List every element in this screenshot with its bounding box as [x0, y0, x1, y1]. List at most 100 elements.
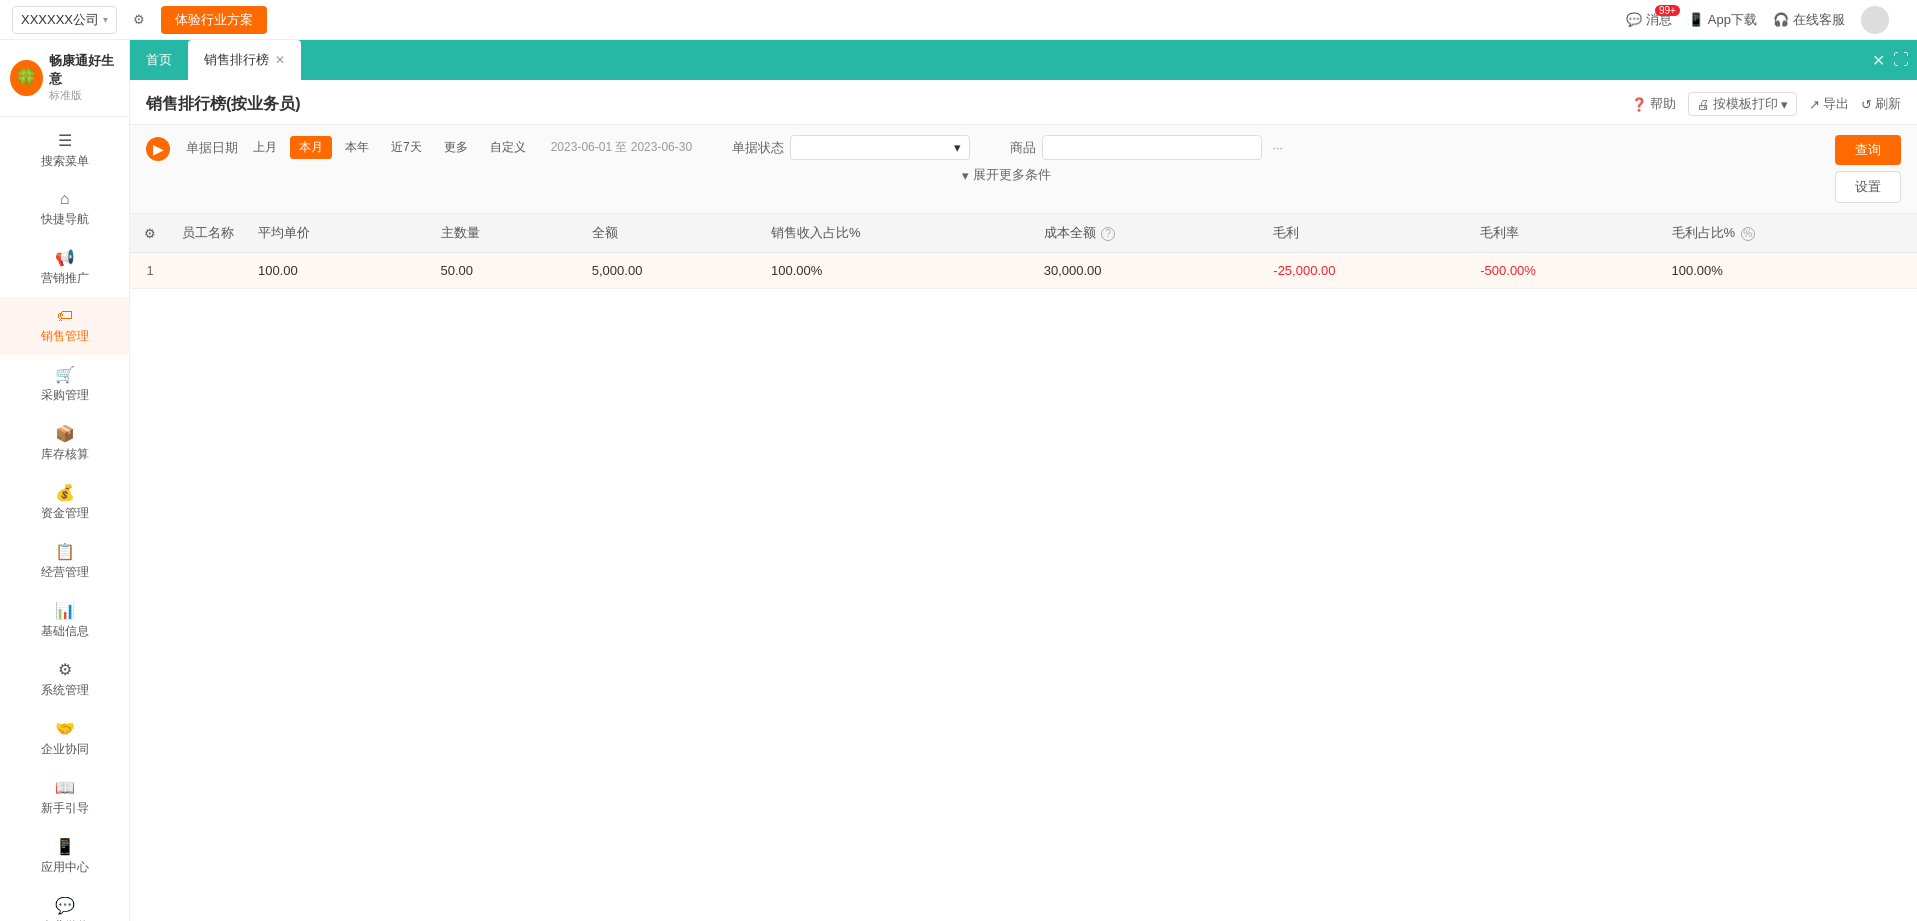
- sidebar-item-basic-info[interactable]: 📊 基础信息: [0, 591, 129, 650]
- sidebar-item-enterprise-coop[interactable]: 🤝 企业协同: [0, 709, 129, 768]
- cell-gross-profit: -25,000.00: [1261, 253, 1468, 289]
- date-btn-current-year[interactable]: 本年: [336, 136, 378, 159]
- sidebar-nav: ☰ 搜索菜单 ⌂ 快捷导航 📢 营销推广 🏷 销售管理 🛒 采购管理 📦 库: [0, 117, 129, 921]
- sidebar-item-label: 快捷导航: [41, 211, 89, 228]
- filter-row: 单据日期 上月 本月 本年 近7天 更多 自定义: [186, 135, 1827, 160]
- refresh-icon: ↺: [1861, 97, 1872, 112]
- sidebar-item-label: 企业协同: [41, 741, 89, 758]
- logo-icon: 🍀: [10, 60, 43, 96]
- sidebar-item-finance[interactable]: 💰 资金管理: [0, 473, 129, 532]
- date-btn-last-7days[interactable]: 近7天: [382, 136, 431, 159]
- sidebar-item-marketing[interactable]: 📢 营销推广: [0, 238, 129, 297]
- beginner-icon: 📖: [55, 778, 75, 797]
- filter-area: ▶ 单据日期 上月 本月 本年 近7天 更多: [130, 125, 1917, 214]
- settings-gear-btn[interactable]: ⚙: [125, 6, 153, 34]
- top-header: XXXXXX公司 ▾ ⚙ 体验行业方案 💬 消息 99+ 📱 App下载 🎧 在…: [0, 0, 1917, 40]
- filter-toggle-arrow[interactable]: ▶: [146, 137, 170, 161]
- cell-gross-rate: -500.00%: [1468, 253, 1659, 289]
- purchase-icon: 🛒: [55, 365, 75, 384]
- expand-conditions-btn[interactable]: ▾ 展开更多条件: [962, 166, 1051, 184]
- tab-home-label: 首页: [146, 51, 172, 69]
- goods-search-input[interactable]: [1042, 135, 1262, 160]
- col-setting[interactable]: ⚙: [130, 214, 170, 253]
- sidebar-item-label: 基础信息: [41, 623, 89, 640]
- doc-status-select[interactable]: ▾: [790, 135, 970, 160]
- top-right-actions: 💬 消息 99+ 📱 App下载 🎧 在线客服: [1626, 6, 1905, 34]
- sidebar-item-purchase-mgmt[interactable]: 🛒 采购管理: [0, 355, 129, 414]
- right-actions: 查询 设置: [1835, 135, 1901, 203]
- chevron-down-icon: ▾: [954, 140, 961, 155]
- basic-info-icon: 📊: [55, 601, 75, 620]
- cell-cost-amount: 30,000.00: [1032, 253, 1262, 289]
- expand-label: 展开更多条件: [973, 166, 1051, 184]
- sidebar-item-system[interactable]: ⚙ 系统管理: [0, 650, 129, 709]
- page-content: 销售排行榜(按业务员) ❓ 帮助 🖨 按模板打印 ▾ ↗ 导出: [130, 80, 1917, 921]
- sidebar-item-sales-mgmt[interactable]: 🏷 销售管理: [0, 297, 129, 355]
- help-btn[interactable]: ❓ 帮助: [1631, 95, 1676, 113]
- cell-gross-pct: 100.00%: [1660, 253, 1917, 289]
- tab-bar: 首页 销售排行榜 ✕ ✕ ⛶: [130, 40, 1917, 80]
- page-header: 销售排行榜(按业务员) ❓ 帮助 🖨 按模板打印 ▾ ↗ 导出: [130, 80, 1917, 125]
- doc-status-label: 单据状态: [732, 139, 784, 157]
- tab-bar-right: ✕ ⛶: [1872, 51, 1917, 70]
- cell-main-qty: 50.00: [429, 253, 580, 289]
- company-name: XXXXXX公司: [21, 11, 99, 29]
- export-btn[interactable]: ↗ 导出: [1809, 95, 1849, 113]
- app-center-icon: 📱: [55, 837, 75, 856]
- date-btn-more[interactable]: 更多: [435, 136, 477, 159]
- refresh-label: 刷新: [1875, 95, 1901, 113]
- content-area: 首页 销售排行榜 ✕ ✕ ⛶ 销售排行榜(按业务员) ❓ 帮助: [130, 40, 1917, 921]
- sidebar-item-search-orders[interactable]: ☰ 搜索菜单: [0, 121, 129, 180]
- tab-close-icon[interactable]: ✕: [275, 53, 285, 67]
- help-icon: ❓: [1631, 97, 1647, 112]
- sidebar-item-beginner[interactable]: 📖 新手引导: [0, 768, 129, 827]
- page-title: 销售排行榜(按业务员): [146, 94, 301, 115]
- col-sales-pct: 销售收入占比%: [759, 214, 1032, 253]
- gross-pct-label: 毛利占比%: [1672, 225, 1736, 240]
- online-service-btn[interactable]: 🎧 在线客服: [1773, 11, 1845, 29]
- settings-btn[interactable]: 设置: [1835, 171, 1901, 203]
- trial-industry-btn[interactable]: 体验行业方案: [161, 6, 267, 34]
- date-btn-current-month[interactable]: 本月: [290, 136, 332, 159]
- cell-rank: 1: [130, 253, 170, 289]
- wechat-icon: 💬: [55, 896, 75, 915]
- sidebar-item-inventory[interactable]: 📦 库存核算: [0, 414, 129, 473]
- col-gross-pct: 毛利占比% %: [1660, 214, 1917, 253]
- refresh-btn[interactable]: ↺ 刷新: [1861, 95, 1901, 113]
- app-download-btn[interactable]: 📱 App下载: [1688, 11, 1757, 29]
- template-print-btn[interactable]: 🖨 按模板打印 ▾: [1688, 92, 1797, 116]
- dots-btn[interactable]: ···: [1268, 136, 1287, 159]
- cell-avg-price: 100.00: [246, 253, 429, 289]
- sidebar-item-quick-nav[interactable]: ⌂ 快捷导航: [0, 180, 129, 238]
- query-btn[interactable]: 查询: [1835, 135, 1901, 165]
- date-btn-custom[interactable]: 自定义: [481, 136, 535, 159]
- sidebar-item-enterprise-wechat[interactable]: 💬 企业微信: [0, 886, 129, 921]
- sidebar-item-label: 系统管理: [41, 682, 89, 699]
- gross-pct-icon[interactable]: %: [1741, 227, 1755, 241]
- sidebar-item-label: 新手引导: [41, 800, 89, 817]
- home-icon: ⌂: [60, 190, 70, 208]
- coop-icon: 🤝: [55, 719, 75, 738]
- tab-sales-ranking[interactable]: 销售排行榜 ✕: [188, 40, 301, 80]
- close-all-icon[interactable]: ✕: [1872, 51, 1885, 70]
- sidebar-item-operations[interactable]: 📋 经营管理: [0, 532, 129, 591]
- message-btn[interactable]: 💬 消息 99+: [1626, 11, 1672, 29]
- sidebar-item-label: 经营管理: [41, 564, 89, 581]
- marketing-icon: 📢: [55, 248, 75, 267]
- goods-input-group: ···: [1042, 135, 1287, 160]
- date-btn-last-month[interactable]: 上月: [244, 136, 286, 159]
- cost-info-icon[interactable]: ?: [1101, 227, 1115, 241]
- sidebar-item-label: 库存核算: [41, 446, 89, 463]
- cell-total-amount: 5,000.00: [580, 253, 759, 289]
- rankings-table: ⚙ 员工名称 平均单价 主数量 全额 销售收入占比% 成本全额 ? 毛利 毛利率: [130, 214, 1917, 289]
- filter-row2: ▾ 展开更多条件: [186, 166, 1827, 184]
- col-avg-price: 平均单价: [246, 214, 429, 253]
- col-gross-rate: 毛利率: [1468, 214, 1659, 253]
- tab-home[interactable]: 首页: [130, 40, 188, 80]
- logo-brand: 畅康通好生意: [49, 52, 119, 88]
- sidebar-item-app-center[interactable]: 📱 应用中心: [0, 827, 129, 886]
- avatar[interactable]: [1861, 6, 1889, 34]
- chevron-down-icon: ▾: [962, 168, 969, 183]
- company-selector[interactable]: XXXXXX公司 ▾: [12, 6, 117, 34]
- fullscreen-icon[interactable]: ⛶: [1893, 51, 1909, 69]
